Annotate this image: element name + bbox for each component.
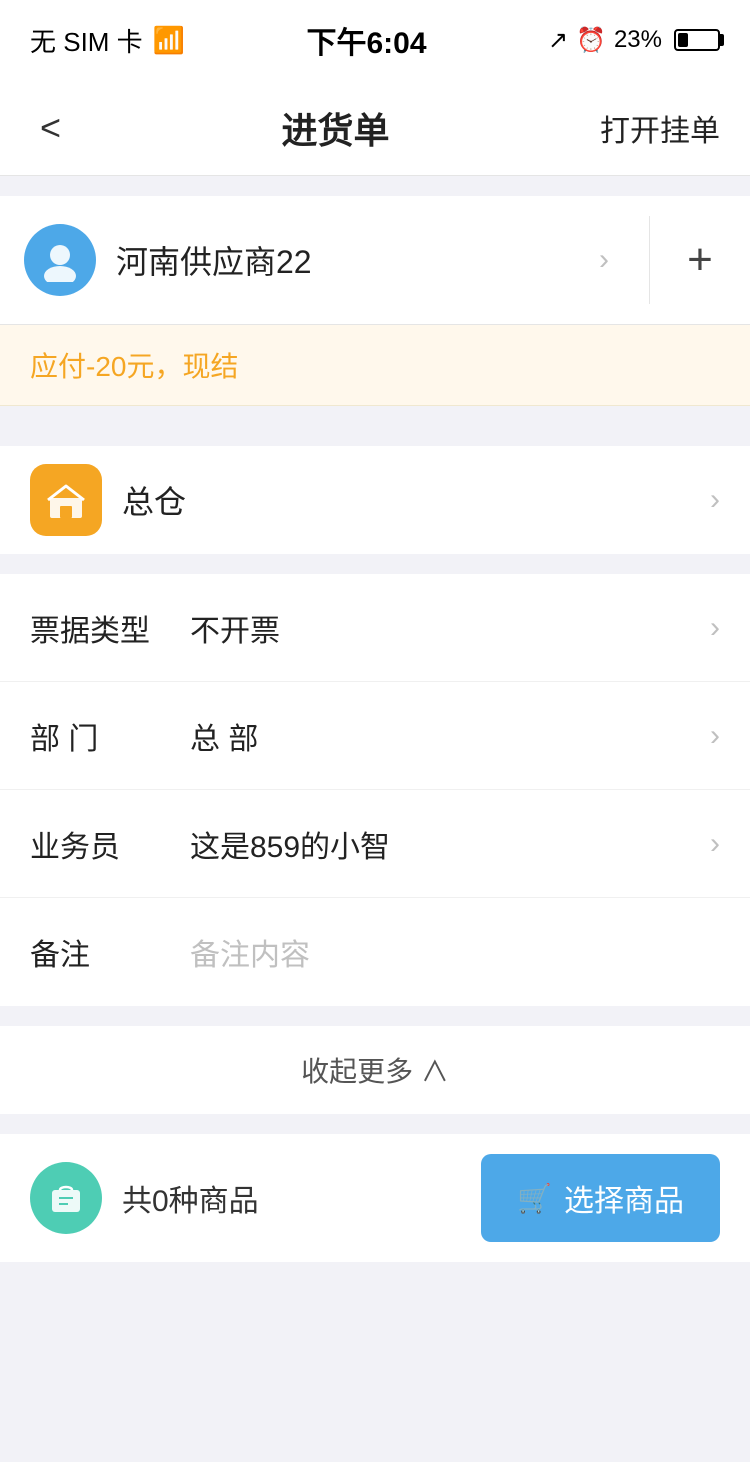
supplier-section: 河南供应商22 › + [0, 196, 750, 325]
gap-1 [0, 176, 750, 196]
product-count-label: 共0种商品 [122, 1176, 481, 1220]
status-time: 下午6:04 [306, 18, 426, 62]
battery-percent: 23% [614, 26, 662, 54]
location-icon: ↗ [548, 26, 568, 55]
status-bar: 无 SIM 卡 📶 下午6:04 ↗ ⏰ 23% [0, 0, 750, 80]
salesperson-chevron-icon: › [710, 827, 720, 861]
gap-2 [0, 406, 750, 426]
fields-section: 票据类型 不开票 › 部 门 总 部 › 业务员 这是859的小智 › 备注 备… [0, 574, 750, 1006]
remark-row[interactable]: 备注 备注内容 [0, 898, 750, 1006]
status-left: 无 SIM 卡 📶 [30, 22, 185, 59]
battery-icon [674, 29, 720, 51]
warehouse-section: 总仓 › [0, 446, 750, 554]
warehouse-icon-wrap [30, 464, 102, 536]
collapse-row[interactable]: 收起更多 ∧ [0, 1026, 750, 1114]
department-row[interactable]: 部 门 总 部 › [0, 682, 750, 790]
remark-input[interactable]: 备注内容 [170, 930, 720, 974]
nav-bar: < 进货单 打开挂单 [0, 80, 750, 176]
add-supplier-button[interactable]: + [650, 196, 750, 324]
salesperson-label: 业务员 [30, 822, 170, 866]
notice-bar: 应付-20元，现结 [0, 325, 750, 406]
supplier-chevron-icon: › [599, 243, 609, 277]
salesperson-value: 这是859的小智 [170, 822, 710, 866]
ticket-type-chevron-icon: › [710, 611, 720, 645]
department-value: 总 部 [170, 714, 710, 758]
collapse-label: 收起更多 ∧ [301, 1050, 449, 1090]
warehouse-row[interactable]: 总仓 › [0, 446, 750, 554]
back-button[interactable]: < [30, 97, 71, 159]
page-title: 进货单 [282, 102, 390, 154]
ticket-type-row[interactable]: 票据类型 不开票 › [0, 574, 750, 682]
select-btn-label: 选择商品 [564, 1176, 684, 1220]
warehouse-icon [44, 478, 88, 522]
ticket-type-label: 票据类型 [30, 606, 170, 650]
supplier-selector[interactable]: 河南供应商22 › [0, 196, 649, 324]
carrier-label: 无 SIM 卡 [30, 22, 143, 59]
bottom-bar: 共0种商品 🛒 选择商品 [0, 1134, 750, 1262]
avatar-icon [38, 238, 82, 282]
product-icon-wrap [30, 1162, 102, 1234]
page-background [0, 1262, 750, 1462]
status-right: ↗ ⏰ 23% [548, 26, 720, 55]
supplier-name: 河南供应商22 [116, 237, 599, 283]
salesperson-row[interactable]: 业务员 这是859的小智 › [0, 790, 750, 898]
select-product-button[interactable]: 🛒 选择商品 [481, 1154, 720, 1242]
supplier-avatar [24, 224, 96, 296]
open-pending-button[interactable]: 打开挂单 [600, 106, 720, 150]
warehouse-label: 总仓 [122, 477, 710, 523]
ticket-type-value: 不开票 [170, 606, 710, 650]
product-icon [46, 1178, 86, 1218]
remark-label: 备注 [30, 930, 170, 974]
alarm-icon: ⏰ [576, 26, 606, 55]
select-icon: 🛒 [517, 1182, 552, 1215]
wifi-icon: 📶 [153, 25, 185, 56]
department-chevron-icon: › [710, 719, 720, 753]
warehouse-chevron-icon: › [710, 483, 720, 517]
notice-text: 应付-20元，现结 [30, 351, 238, 382]
department-label: 部 门 [30, 714, 170, 758]
